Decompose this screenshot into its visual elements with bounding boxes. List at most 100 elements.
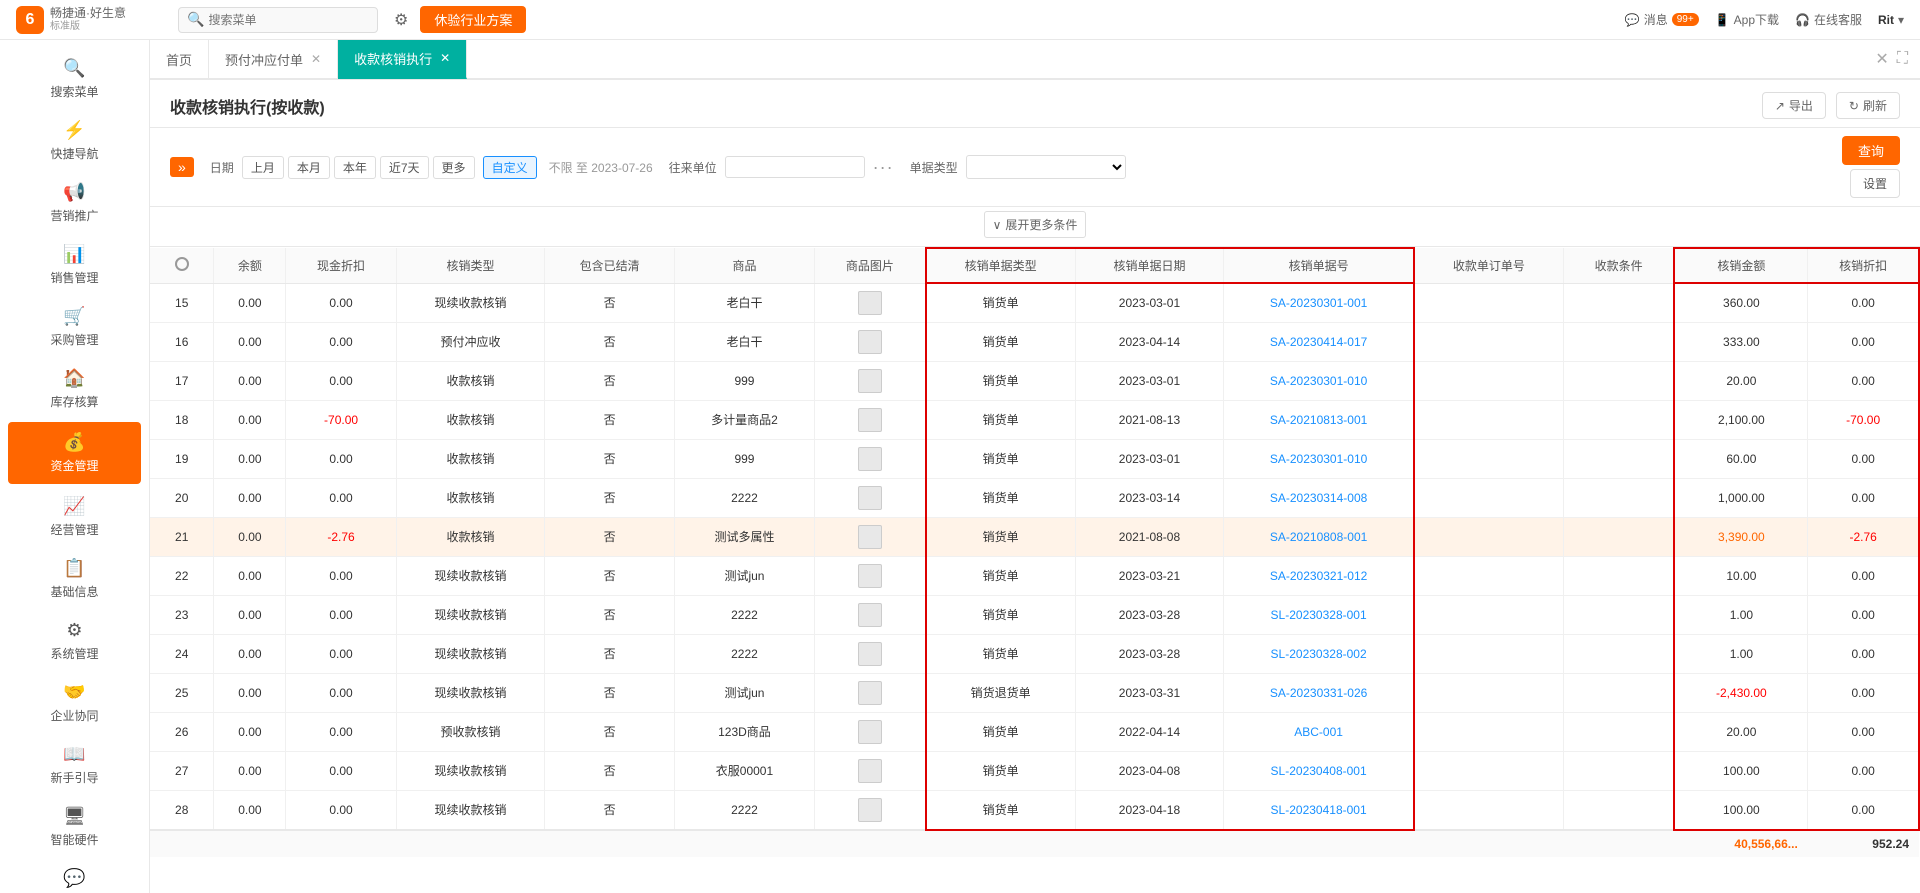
goods-image-icon — [858, 681, 882, 705]
voucher-no-link[interactable]: SA-20230314-008 — [1270, 491, 1367, 505]
cell-writeoff_discount: 0.00 — [1808, 283, 1919, 322]
sidebar-item-12[interactable]: 🖥智能硬件 — [0, 796, 149, 858]
sidebar-label-7: 经营管理 — [50, 521, 98, 538]
partner-input[interactable] — [725, 156, 865, 178]
search-input[interactable] — [208, 13, 369, 27]
cell-include_settled: 否 — [545, 673, 675, 712]
tab-window-actions: ✕⛶ — [1875, 49, 1920, 69]
tab-close-2[interactable]: ✕ — [440, 51, 450, 65]
tab-1[interactable]: 预付冲应付单✕ — [209, 40, 338, 79]
online-service-action[interactable]: 🎧 在线客服 — [1795, 11, 1862, 28]
expand-more-btn[interactable]: ∨ 展开更多条件 — [984, 211, 1087, 238]
goods-image-icon — [858, 642, 882, 666]
export-btn[interactable]: ↗ 导出 — [1762, 92, 1826, 119]
cell-writeoff_discount: 0.00 — [1808, 634, 1919, 673]
cell-balance: 0.00 — [214, 400, 286, 439]
query-btn[interactable]: 查询 — [1842, 136, 1900, 165]
cell-writeoff_type: 收款核销 — [396, 400, 545, 439]
cell-cash_discount: -70.00 — [286, 400, 396, 439]
cell-balance: 0.00 — [214, 283, 286, 322]
voucher-no-link[interactable]: SA-20230414-017 — [1270, 335, 1367, 349]
sidebar-item-8[interactable]: 📋基础信息 — [0, 548, 149, 610]
user-name: Rit — [1878, 13, 1894, 27]
cell-goods_image — [815, 556, 926, 595]
sidebar-item-7[interactable]: 📈经营管理 — [0, 486, 149, 548]
cell-receipt_condition — [1563, 751, 1674, 790]
tab-2[interactable]: 收款核销执行✕ — [338, 40, 467, 79]
sidebar: 🔍搜索菜单⚡快捷导航📢营销推广📊销售管理🛒采购管理🏠库存核算💰资金管理📈经营管理… — [0, 40, 150, 893]
sidebar-item-2[interactable]: 📢营销推广 — [0, 172, 149, 234]
voucher-no-link[interactable]: SA-20230301-010 — [1270, 452, 1367, 466]
sidebar-item-4[interactable]: 🛒采购管理 — [0, 296, 149, 358]
voucher-no-link[interactable]: SA-20210808-001 — [1270, 530, 1367, 544]
voucher-no-link[interactable]: ABC-001 — [1294, 725, 1343, 739]
cell-voucher_no: SA-20210808-001 — [1224, 517, 1414, 556]
voucher-no-link[interactable]: SA-20230301-001 — [1270, 296, 1367, 310]
sidebar-item-5[interactable]: 🏠库存核算 — [0, 358, 149, 420]
goods-image-icon — [858, 759, 882, 783]
date-btn-2[interactable]: 本年 — [334, 156, 376, 179]
cell-cash_discount: -2.76 — [286, 517, 396, 556]
messages-action[interactable]: 💬 消息 99+ — [1625, 11, 1699, 28]
sidebar-item-11[interactable]: 📖新手引导 — [0, 734, 149, 796]
sidebar-label-3: 销售管理 — [50, 269, 98, 286]
date-btn-1[interactable]: 本月 — [288, 156, 330, 179]
industry-btn[interactable]: 休验行业方案 — [420, 6, 526, 33]
col-header-receipt_condition: 收款条件 — [1563, 248, 1674, 283]
col-header-voucher_no: 核销单据号 — [1224, 248, 1414, 283]
sidebar-item-1[interactable]: ⚡快捷导航 — [0, 110, 149, 172]
col-header-writeoff_amount: 核销金额 — [1674, 248, 1807, 283]
filter-date-section: 日期 上月本月本年近7天更多 自定义 不限 至 2023-07-26 — [210, 156, 653, 179]
cell-writeoff_amount: 1.00 — [1674, 595, 1807, 634]
cell-writeoff_type: 收款核销 — [396, 439, 545, 478]
cell-receipt_order_no — [1414, 400, 1563, 439]
sidebar-item-6[interactable]: 💰资金管理 — [8, 422, 141, 484]
date-btn-4[interactable]: 更多 — [433, 156, 475, 179]
sidebar-item-0[interactable]: 🔍搜索菜单 — [0, 48, 149, 110]
app-download-action[interactable]: 📱 App下载 — [1715, 11, 1779, 28]
cell-receipt_condition — [1563, 790, 1674, 830]
voucher-no-link[interactable]: SL-20230328-001 — [1271, 608, 1367, 622]
close-window-icon[interactable]: ✕ — [1875, 49, 1888, 69]
logo-icon: 6 — [16, 6, 44, 34]
custom-date-btn[interactable]: 自定义 — [483, 156, 537, 179]
sidebar-item-9[interactable]: ⚙系统管理 — [0, 610, 149, 672]
cell-voucher_date: 2023-03-01 — [1075, 439, 1224, 478]
voucher-no-link[interactable]: SL-20230408-001 — [1271, 764, 1367, 778]
voucher-no-link[interactable]: SL-20230418-001 — [1271, 803, 1367, 817]
voucher-no-link[interactable]: SL-20230328-002 — [1271, 647, 1367, 661]
voucher-no-link[interactable]: SA-20210813-001 — [1270, 413, 1367, 427]
sidebar-item-3[interactable]: 📊销售管理 — [0, 234, 149, 296]
table-row: 280.000.00现续收款核销否2222销货单2023-04-18SL-202… — [150, 790, 1919, 830]
maximize-icon[interactable]: ⛶ — [1897, 50, 1908, 68]
voucher-no-link[interactable]: SA-20230331-026 — [1270, 686, 1367, 700]
cell-goods_image — [815, 712, 926, 751]
cell-voucher_no: SA-20230301-010 — [1224, 361, 1414, 400]
sidebar-item-13[interactable]: 💬企业微信 — [0, 858, 149, 893]
cell-include_settled: 否 — [545, 361, 675, 400]
search-bar[interactable]: 🔍 — [178, 7, 378, 33]
sidebar-item-10[interactable]: 🤝企业协同 — [0, 672, 149, 734]
user-profile[interactable]: Rit ▾ — [1878, 13, 1904, 27]
goods-image-icon — [858, 408, 882, 432]
voucher-no-link[interactable]: SA-20230301-010 — [1270, 374, 1367, 388]
table-row: 180.00-70.00收款核销否多计量商品2销货单2021-08-13SA-2… — [150, 400, 1919, 439]
settings-btn[interactable]: 设置 — [1850, 169, 1900, 198]
cell-settings: 25 — [150, 673, 214, 712]
settings-icon[interactable]: ⚙ — [394, 10, 408, 30]
tab-0[interactable]: 首页 — [150, 40, 209, 79]
cell-voucher_date: 2023-04-18 — [1075, 790, 1224, 830]
tab-close-1[interactable]: ✕ — [311, 52, 321, 66]
cell-goods_image — [815, 439, 926, 478]
date-btn-0[interactable]: 上月 — [242, 156, 284, 179]
date-btn-3[interactable]: 近7天 — [380, 156, 429, 179]
order-type-select[interactable] — [966, 155, 1126, 179]
filter-collapse-btn[interactable]: » — [170, 157, 194, 177]
table-row: 170.000.00收款核销否999销货单2023-03-01SA-202303… — [150, 361, 1919, 400]
voucher-no-link[interactable]: SA-20230321-012 — [1270, 569, 1367, 583]
refresh-btn[interactable]: ↻ 刷新 — [1836, 92, 1900, 119]
cell-voucher_date: 2023-03-21 — [1075, 556, 1224, 595]
partner-dots: ··· — [873, 157, 894, 178]
cell-voucher_no: SA-20230321-012 — [1224, 556, 1414, 595]
cell-voucher_date: 2021-08-08 — [1075, 517, 1224, 556]
